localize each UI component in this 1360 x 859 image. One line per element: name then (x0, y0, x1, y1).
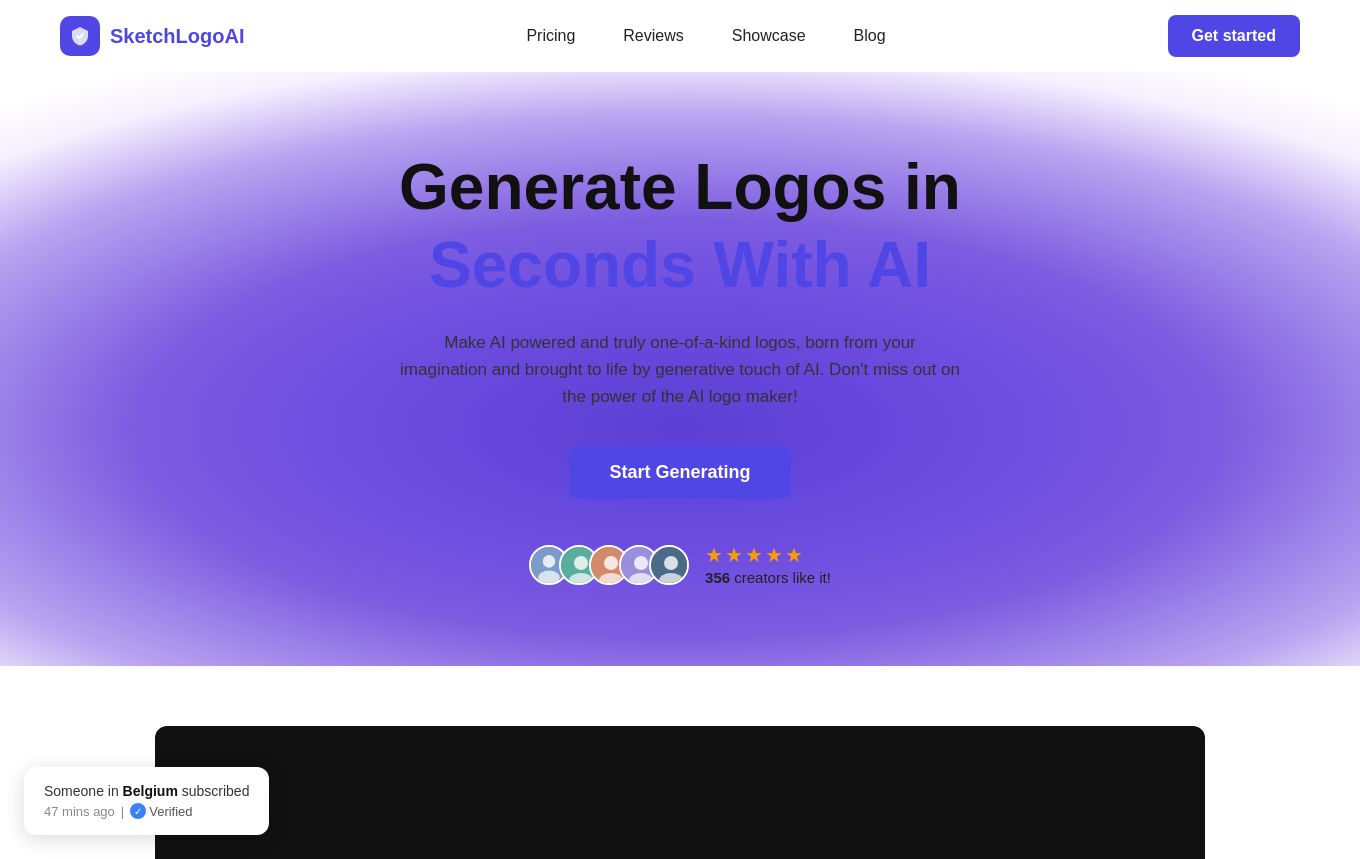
svg-point-4 (574, 556, 588, 570)
toast-message: Someone in Belgium subscribed (44, 783, 249, 799)
logo-link[interactable]: SketchLogoAI (60, 16, 244, 56)
svg-point-7 (604, 556, 618, 570)
hero-title-line2: Seconds With AI (20, 230, 1340, 300)
navbar: SketchLogoAI Pricing Reviews Showcase Bl… (0, 0, 1360, 72)
star-3: ★ (745, 543, 763, 567)
verified-label: Verified (149, 804, 192, 819)
stars-row: ★ ★ ★ ★ ★ (705, 543, 803, 567)
video-player[interactable] (155, 726, 1205, 859)
start-generating-button[interactable]: Start Generating (569, 446, 790, 499)
avatar-stack (529, 545, 689, 585)
nav-blog[interactable]: Blog (854, 27, 886, 44)
nav-reviews[interactable]: Reviews (623, 27, 683, 44)
logo-text: SketchLogoAI (110, 25, 244, 48)
star-1: ★ (705, 543, 723, 567)
logo-icon (60, 16, 100, 56)
avatar-5 (649, 545, 689, 585)
toast-separator: | (121, 804, 124, 819)
creators-count-text: 356 creators like it! (705, 569, 831, 586)
svg-point-13 (664, 556, 678, 570)
toast-meta: 47 mins ago | ✓ Verified (44, 803, 249, 819)
hero-content: Generate Logos in Seconds With AI Make A… (20, 152, 1340, 586)
nav-showcase[interactable]: Showcase (732, 27, 806, 44)
subscription-toast: Someone in Belgium subscribed 47 mins ag… (24, 767, 269, 835)
svg-point-2 (538, 570, 560, 584)
nav-pricing[interactable]: Pricing (526, 27, 575, 44)
star-4: ★ (765, 543, 783, 567)
star-5: ★ (785, 543, 803, 567)
social-proof: ★ ★ ★ ★ ★ 356 creators like it! (20, 543, 1340, 586)
verified-icon: ✓ (130, 803, 146, 819)
verified-badge: ✓ Verified (130, 803, 192, 819)
toast-time: 47 mins ago (44, 804, 115, 819)
hero-subtitle: Make AI powered and truly one-of-a-kind … (400, 329, 960, 411)
star-2: ★ (725, 543, 743, 567)
svg-point-10 (634, 556, 648, 570)
hero-title-line1: Generate Logos in (20, 152, 1340, 222)
toast-country: Belgium (123, 783, 178, 799)
hero-section: Generate Logos in Seconds With AI Make A… (0, 72, 1360, 666)
rating-block: ★ ★ ★ ★ ★ 356 creators like it! (705, 543, 831, 586)
get-started-button[interactable]: Get started (1168, 15, 1300, 57)
nav-links: Pricing Reviews Showcase Blog (526, 27, 885, 45)
svg-point-1 (543, 555, 556, 568)
